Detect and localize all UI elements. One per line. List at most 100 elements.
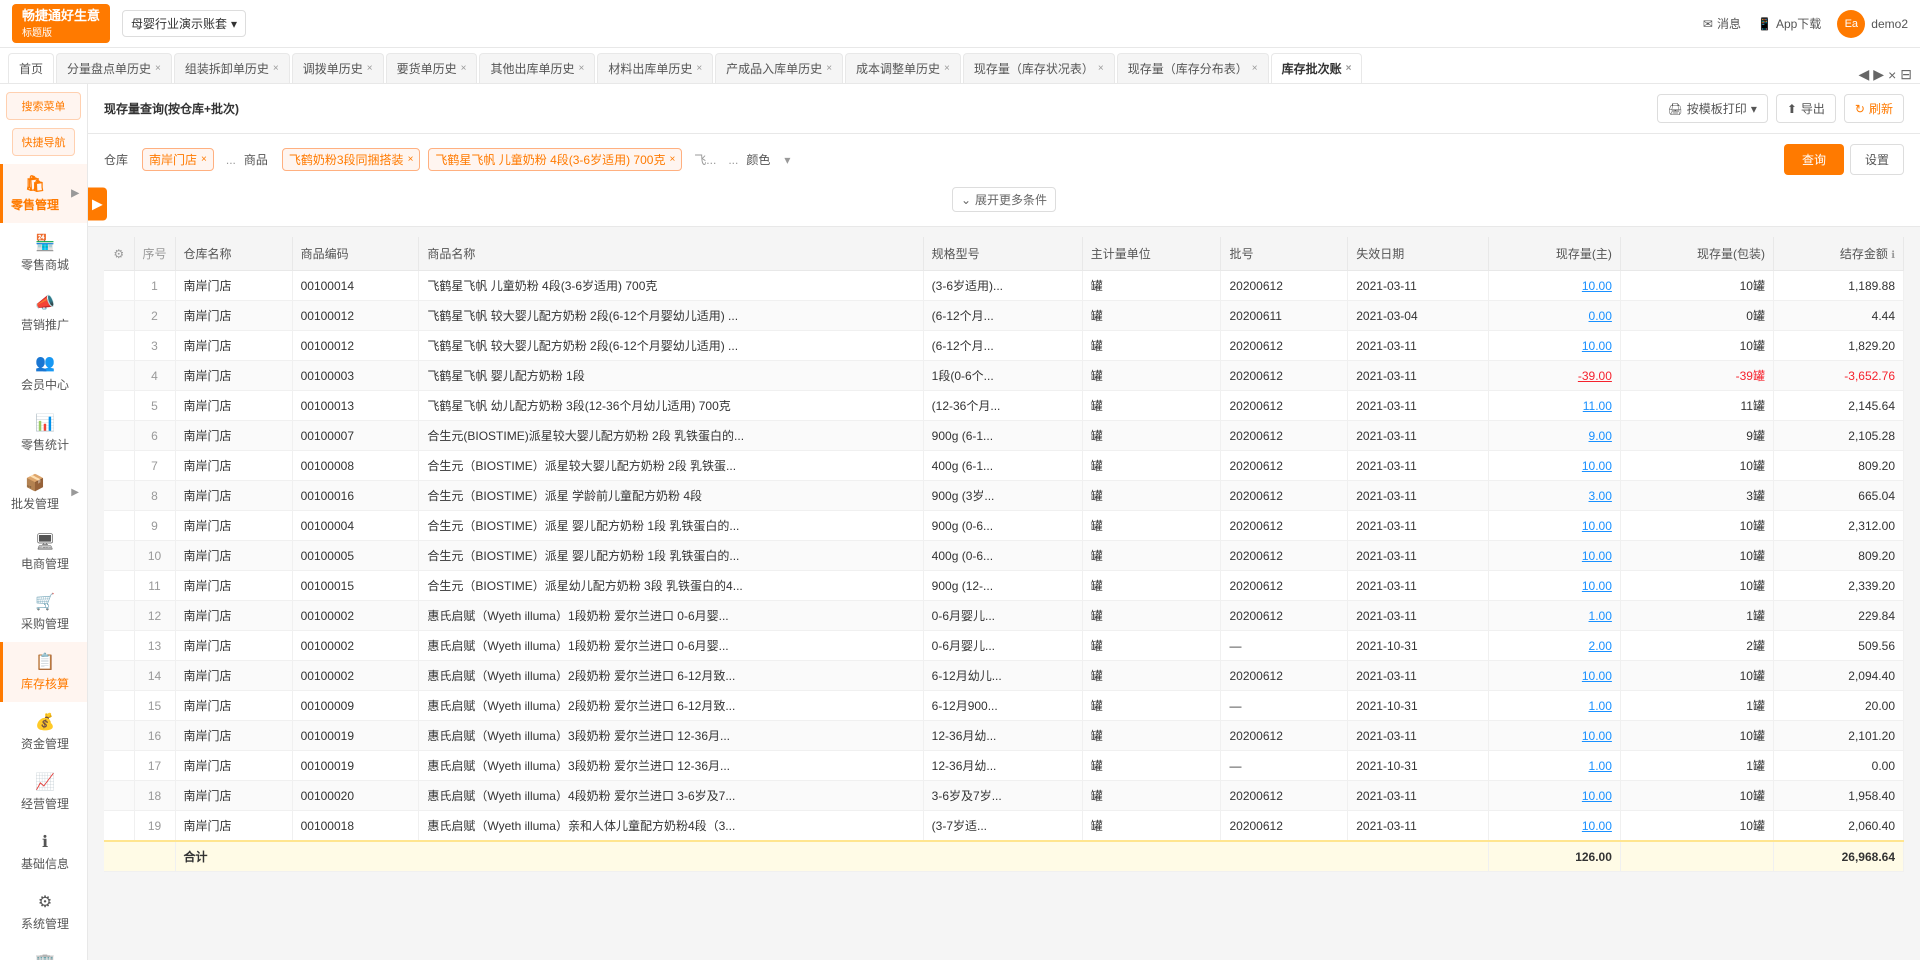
row-goods-name: 惠氏启赋（Wyeth illuma）2段奶粉 爱尔兰进口 6-12月致... [419, 661, 923, 691]
tab-stock-status[interactable]: 现存量（库存状况表） × [963, 53, 1115, 83]
refresh-btn[interactable]: ↻ 刷新 [1844, 94, 1904, 123]
tab-batch-account[interactable]: 库存批次账 × [1271, 53, 1363, 83]
tab-split-history[interactable]: 分量盘点单历史 × [56, 53, 172, 83]
tab-close-all-btn[interactable]: × [1888, 67, 1896, 83]
app-download-btn[interactable]: 📱 App下载 [1757, 15, 1821, 32]
tab-close-split-history[interactable]: × [155, 63, 161, 74]
row-icon-col [104, 391, 134, 421]
table-row: 17 南岸门店 00100019 惠氏启赋（Wyeth illuma）3段奶粉 … [104, 751, 1904, 781]
expand-sidebar-btn[interactable]: ▶ [88, 188, 107, 221]
sidebar-item-inventory[interactable]: 📋 库存核算 [0, 642, 87, 702]
col-goods-name: 商品名称 [419, 237, 923, 271]
sidebar-item-retail-mgmt[interactable]: 🛍 零售管理 ▶ [0, 164, 87, 223]
row-expire-date: 2021-03-11 [1348, 511, 1489, 541]
row-stock-main: 10.00 [1489, 271, 1620, 301]
row-goods-code: 00100002 [292, 631, 419, 661]
tab-close-other-out-history[interactable]: × [578, 63, 584, 74]
quick-nav-btn[interactable]: 快捷导航 [12, 128, 75, 156]
tab-close-stock-dist[interactable]: × [1252, 63, 1258, 74]
row-goods-code: 00100009 [292, 691, 419, 721]
remove-goods-tag-2-icon[interactable]: × [669, 154, 675, 165]
tab-close-mix-history[interactable]: × [367, 63, 373, 74]
sidebar-item-finance[interactable]: 💰 资金管理 [0, 702, 87, 762]
refresh-icon: ↻ [1855, 102, 1865, 116]
tab-next-btn[interactable]: ▶ [1873, 66, 1884, 83]
row-expire-date: 2021-03-11 [1348, 481, 1489, 511]
sidebar-item-marketing[interactable]: 📣 营销推广 [0, 283, 87, 343]
tab-close-material-out-history[interactable]: × [696, 63, 702, 74]
download-icon: 📱 [1757, 17, 1772, 31]
summary-balance: 26,968.64 [1773, 841, 1903, 872]
tab-mix-history[interactable]: 调拨单历史 × [292, 53, 384, 83]
remove-goods-tag-1-icon[interactable]: × [408, 154, 414, 165]
sidebar-item-ecommerce[interactable]: 🖥 电商管理 [0, 522, 87, 582]
sidebar-item-purchase[interactable]: 🛒 采购管理 [0, 582, 87, 642]
row-expire-date: 2021-03-04 [1348, 301, 1489, 331]
tab-request-history[interactable]: 要货单历史 × [386, 53, 478, 83]
sidebar-item-member-center[interactable]: 👥 会员中心 [0, 343, 87, 403]
tab-product-in-history[interactable]: 产成品入库单历史 × [715, 53, 843, 83]
warehouse-tag-nanganmen[interactable]: 南岸门店 × [142, 148, 214, 171]
tab-menu-btn[interactable]: ⊟ [1900, 66, 1912, 83]
row-goods-code: 00100008 [292, 451, 419, 481]
row-stock-main: 10.00 [1489, 571, 1620, 601]
tab-cost-adjust-history[interactable]: 成本调整单历史 × [845, 53, 961, 83]
tab-close-stock-status[interactable]: × [1098, 63, 1104, 74]
retail-mgmt-icon: 🛍 [25, 174, 45, 194]
row-warehouse: 南岸门店 [175, 361, 292, 391]
sidebar-item-operations[interactable]: 📈 经营管理 [0, 762, 87, 822]
print-btn[interactable]: 🖨 按模板打印 ▾ [1657, 94, 1768, 123]
org-selector[interactable]: 母婴行业演示账套 ▾ [122, 10, 246, 37]
tab-close-batch-account[interactable]: × [1346, 63, 1352, 74]
tab-close-request-history[interactable]: × [461, 63, 467, 74]
sidebar-item-basic-info[interactable]: ℹ 基础信息 [0, 822, 87, 882]
row-spec: 400g (0-6... [923, 541, 1082, 571]
search-menu-btn[interactable]: 搜索菜单 [6, 92, 81, 120]
balance-info-icon[interactable]: ℹ [1891, 250, 1895, 261]
page-title-actions: 🖨 按模板打印 ▾ ⬆ 导出 ↻ 刷新 [1657, 94, 1904, 123]
row-index: 13 [134, 631, 175, 661]
col-index: 序号 [134, 237, 175, 271]
row-goods-name: 飞鹤星飞帆 较大婴儿配方奶粉 2段(6-12个月婴幼儿适用) ... [419, 301, 923, 331]
row-unit: 罐 [1082, 301, 1221, 331]
tab-close-product-in-history[interactable]: × [826, 63, 832, 74]
summary-row: 合计 126.00 26,968.64 [104, 841, 1904, 872]
table-header-row: ⚙ 序号 仓库名称 商品编码 商品名称 规格型号 主计量单位 批号 失效日期 现… [104, 237, 1904, 271]
user-area[interactable]: Ea demo2 [1837, 10, 1908, 38]
expand-more-btn[interactable]: ⌄ 展开更多条件 [952, 187, 1056, 212]
messages-btn[interactable]: ✉ 消息 [1703, 15, 1741, 32]
query-btn[interactable]: 查询 [1784, 144, 1844, 175]
tab-other-out-history[interactable]: 其他出库单历史 × [479, 53, 595, 83]
goods-tag-2[interactable]: 飞鹤星飞帆 儿童奶粉 4段(3-6岁适用) 700克 × [428, 148, 682, 171]
sidebar-item-retail-mall[interactable]: 🏪 零售商城 [0, 223, 87, 283]
row-balance: 229.84 [1773, 601, 1903, 631]
goods-more-indicator[interactable]: 飞... [694, 151, 716, 168]
remove-warehouse-tag-icon[interactable]: × [201, 154, 207, 165]
table-settings-icon[interactable]: ⚙ [113, 247, 124, 261]
goods-ellipsis[interactable]: ... [728, 153, 738, 167]
row-goods-code: 00100012 [292, 301, 419, 331]
row-index: 3 [134, 331, 175, 361]
tab-material-out-history[interactable]: 材料出库单历史 × [597, 53, 713, 83]
tab-home[interactable]: 首页 [8, 53, 54, 83]
setting-btn[interactable]: 设置 [1850, 144, 1904, 175]
row-stock-pkg: 2罐 [1620, 631, 1773, 661]
warehouse-more-btn[interactable]: ... [226, 153, 236, 167]
row-goods-code: 00100019 [292, 721, 419, 751]
row-expire-date: 2021-03-11 [1348, 661, 1489, 691]
tab-close-disassembly-history[interactable]: × [273, 63, 279, 74]
sidebar-item-retail-stats[interactable]: 📊 零售统计 [0, 403, 87, 463]
table-row: 12 南岸门店 00100002 惠氏启赋（Wyeth illuma）1段奶粉 … [104, 601, 1904, 631]
row-index: 17 [134, 751, 175, 781]
sidebar-item-enterprise[interactable]: 🏢 企业协同 [0, 942, 87, 960]
tab-disassembly-history[interactable]: 组装拆卸单历史 × [174, 53, 290, 83]
tab-prev-btn[interactable]: ◀ [1859, 66, 1870, 83]
tab-stock-dist[interactable]: 现存量（库存分布表） × [1117, 53, 1269, 83]
export-btn[interactable]: ⬆ 导出 [1776, 94, 1836, 123]
tab-close-cost-adjust-history[interactable]: × [944, 63, 950, 74]
row-warehouse: 南岸门店 [175, 721, 292, 751]
goods-tag-1[interactable]: 飞鹤奶粉3段同捆搭装 × [282, 148, 421, 171]
color-chevron-icon[interactable]: ▾ [784, 153, 790, 167]
sidebar-item-wholesale-mgmt[interactable]: 📦 批发管理 ▶ [0, 463, 87, 522]
sidebar-item-system[interactable]: ⚙ 系统管理 [0, 882, 87, 942]
